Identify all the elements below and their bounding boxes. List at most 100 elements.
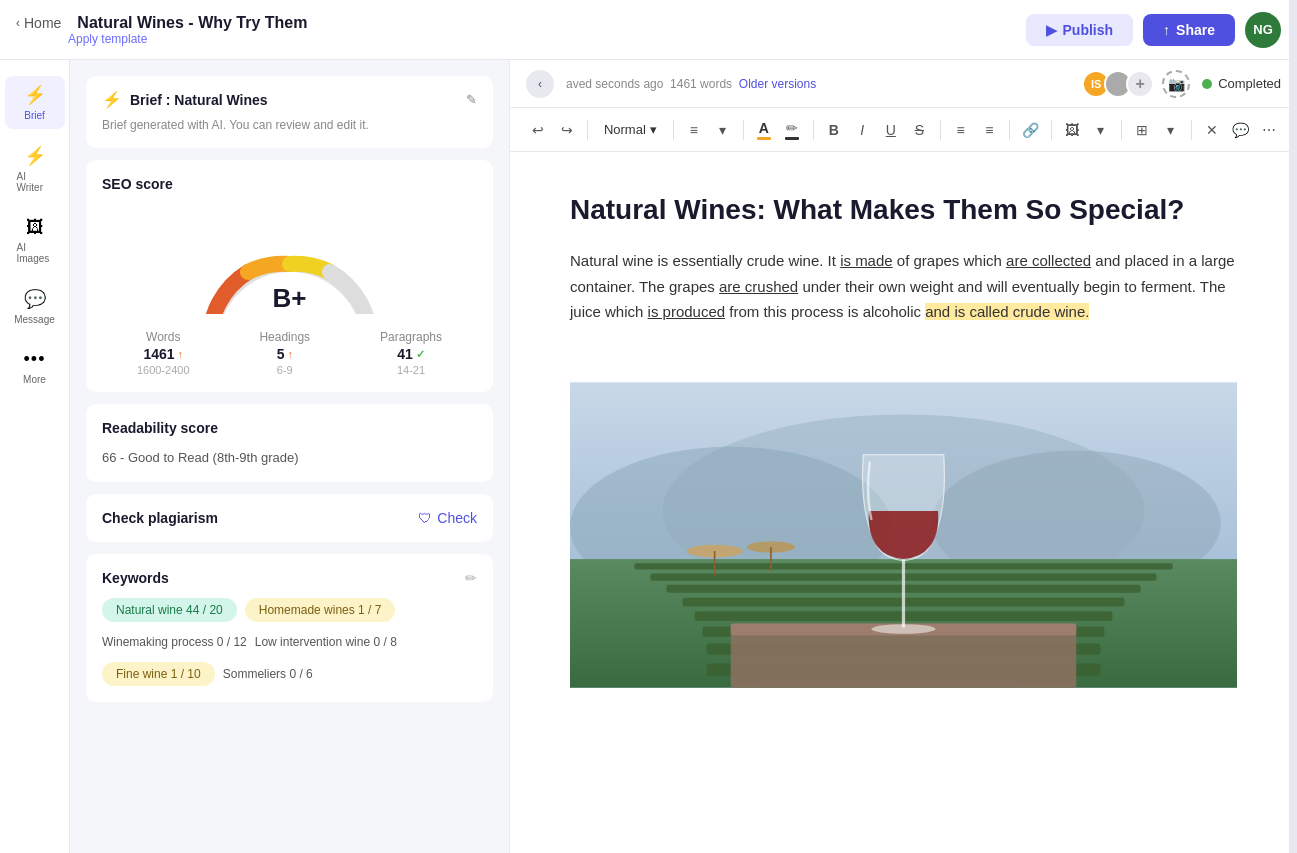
keyword-winemaking-process[interactable]: Winemaking process 0 / 12 bbox=[102, 630, 247, 654]
align-button[interactable]: ≡ bbox=[682, 116, 707, 144]
headings-range: 6-9 bbox=[277, 364, 293, 376]
highlight-button[interactable]: ✏ bbox=[780, 116, 805, 144]
keywords-title: Keywords bbox=[102, 570, 169, 586]
underline-button[interactable]: U bbox=[879, 116, 904, 144]
inline-underline-4: is produced bbox=[648, 303, 726, 320]
add-collaborator-button[interactable]: + bbox=[1126, 70, 1154, 98]
italic-button[interactable]: I bbox=[850, 116, 875, 144]
comment-button[interactable]: 💬 bbox=[1228, 116, 1253, 144]
sidebar-item-brief[interactable]: ⚡ Brief bbox=[5, 76, 65, 129]
user-avatar[interactable]: NG bbox=[1245, 12, 1281, 48]
brief-edit-icon[interactable]: ✎ bbox=[466, 92, 477, 107]
home-link[interactable]: ‹ Home bbox=[16, 15, 61, 31]
back-chevron-icon: ‹ bbox=[16, 16, 20, 30]
paragraphs-value: 41 bbox=[397, 346, 413, 362]
toolbar-separator-8 bbox=[1121, 120, 1122, 140]
share-label: Share bbox=[1176, 22, 1215, 38]
redo-button[interactable]: ↪ bbox=[555, 116, 580, 144]
readability-card: Readability score 66 - Good to Read (8th… bbox=[86, 404, 493, 482]
inline-underline-1: is made bbox=[840, 252, 893, 269]
headings-value: 5 bbox=[277, 346, 285, 362]
check-plagiarism-button[interactable]: 🛡 Check bbox=[418, 510, 477, 526]
plagiarism-row: Check plagiarism 🛡 Check bbox=[102, 510, 477, 526]
brief-description: Brief generated with AI. You can review … bbox=[102, 118, 369, 132]
text-color-button[interactable]: A bbox=[752, 116, 777, 144]
brief-icon: ⚡ bbox=[24, 84, 46, 106]
image-more-button[interactable]: ▾ bbox=[1088, 116, 1113, 144]
table-more-button[interactable]: ▾ bbox=[1158, 116, 1183, 144]
keyword-homemade-wines[interactable]: Homemade wines 1 / 7 bbox=[245, 598, 396, 622]
sidebar-item-message[interactable]: 💬 Message bbox=[5, 280, 65, 333]
brief-card: ⚡ Brief : Natural Wines ✎ Brief generate… bbox=[86, 76, 493, 148]
publish-label: Publish bbox=[1063, 22, 1114, 38]
strikethrough-button[interactable]: S bbox=[907, 116, 932, 144]
keywords-card: Keywords ✏ Natural wine 44 / 20 Homemade… bbox=[86, 554, 493, 702]
ai-writer-icon: ⚡ bbox=[24, 145, 46, 167]
panel: ⚡ Brief : Natural Wines ✎ Brief generate… bbox=[70, 60, 510, 853]
keyword-low-intervention-wine[interactable]: Low intervention wine 0 / 8 bbox=[255, 630, 397, 654]
editor-content[interactable]: Natural Wines: What Makes Them So Specia… bbox=[510, 152, 1297, 853]
keywords-edit-icon[interactable]: ✏ bbox=[465, 570, 477, 586]
svg-point-16 bbox=[871, 624, 935, 634]
link-button[interactable]: 🔗 bbox=[1018, 116, 1043, 144]
readability-title: Readability score bbox=[102, 420, 477, 436]
brief-card-icon: ⚡ bbox=[102, 90, 122, 109]
plagiarism-card: Check plagiarism 🛡 Check bbox=[86, 494, 493, 542]
main-content: ⚡ Brief ⚡ AI Writer 🖼 AI Images 💬 Messag… bbox=[0, 60, 1297, 853]
bold-button[interactable]: B bbox=[822, 116, 847, 144]
wine-image bbox=[570, 345, 1237, 725]
bullet-list-button[interactable]: ≡ bbox=[948, 116, 973, 144]
keyword-sommeliers[interactable]: Sommeliers 0 / 6 bbox=[223, 662, 313, 686]
font-color-indicator: A bbox=[757, 120, 771, 140]
keyword-fine-wine[interactable]: Fine wine 1 / 10 bbox=[102, 662, 215, 686]
completed-badge: Completed bbox=[1202, 76, 1281, 91]
seo-gauge: B+ bbox=[102, 204, 477, 314]
toolbar-separator-9 bbox=[1191, 120, 1192, 140]
collapse-panel-button[interactable]: ‹ bbox=[526, 70, 554, 98]
editor-topbar: ‹ aved seconds ago 1461 words Older vers… bbox=[510, 60, 1297, 108]
readability-value: 66 - Good to Read (8th-9th grade) bbox=[102, 450, 299, 465]
apply-template-link[interactable]: Apply template bbox=[68, 32, 1026, 46]
check-label: Check bbox=[437, 510, 477, 526]
undo-button[interactable]: ↩ bbox=[526, 116, 551, 144]
sidebar-item-ai-images[interactable]: 🖼 AI Images bbox=[5, 209, 65, 272]
words-range: 1600-2400 bbox=[137, 364, 190, 376]
sidebar-label-ai-writer: AI Writer bbox=[17, 171, 53, 193]
home-label: Home bbox=[24, 15, 61, 31]
share-button[interactable]: ↑ Share bbox=[1143, 14, 1235, 46]
topbar: ‹ Home Natural Wines - Why Try Them Appl… bbox=[0, 0, 1297, 60]
editor-toolbar: ↩ ↪ Normal ▾ ≡ ▾ A ✏ bbox=[510, 108, 1297, 152]
sidebar-item-more[interactable]: ••• More bbox=[5, 341, 65, 393]
more-options-button[interactable]: ⋯ bbox=[1257, 116, 1282, 144]
stat-headings: Headings 5 ↑ 6-9 bbox=[259, 330, 310, 376]
seo-grade: B+ bbox=[273, 283, 307, 314]
keyword-list: Natural wine 44 / 20 Homemade wines 1 / … bbox=[102, 598, 477, 686]
keywords-header: Keywords ✏ bbox=[102, 570, 477, 586]
seo-score-card: SEO score bbox=[86, 160, 493, 392]
article-heading: Natural Wines: What Makes Them So Specia… bbox=[570, 192, 1237, 228]
ai-images-icon: 🖼 bbox=[26, 217, 44, 238]
seo-score-title: SEO score bbox=[102, 176, 477, 192]
image-button[interactable]: 🖼 bbox=[1060, 116, 1085, 144]
topbar-title: Natural Wines - Why Try Them bbox=[77, 14, 307, 32]
sidebar-nav: ⚡ Brief ⚡ AI Writer 🖼 AI Images 💬 Messag… bbox=[0, 60, 70, 853]
topbar-left: ‹ Home Natural Wines - Why Try Them Appl… bbox=[16, 14, 1026, 46]
plagiarism-title: Check plagiarism bbox=[102, 510, 218, 526]
toolbar-separator-4 bbox=[813, 120, 814, 140]
align-more-button[interactable]: ▾ bbox=[710, 116, 735, 144]
older-versions-link[interactable]: Older versions bbox=[739, 77, 816, 91]
keyword-natural-wine[interactable]: Natural wine 44 / 20 bbox=[102, 598, 237, 622]
sidebar-label-message: Message bbox=[14, 314, 55, 325]
table-button[interactable]: ⊞ bbox=[1130, 116, 1155, 144]
wine-scene-svg bbox=[570, 345, 1237, 725]
sidebar-label-ai-images: AI Images bbox=[17, 242, 53, 264]
format-clear-button[interactable]: ✕ bbox=[1200, 116, 1225, 144]
toolbar-separator-6 bbox=[1009, 120, 1010, 140]
publish-button[interactable]: ▶ Publish bbox=[1026, 14, 1134, 46]
inline-underline-3: are crushed bbox=[719, 278, 798, 295]
toolbar-separator-7 bbox=[1051, 120, 1052, 140]
brief-card-title: Brief : Natural Wines bbox=[130, 92, 268, 108]
text-style-dropdown[interactable]: Normal ▾ bbox=[596, 116, 665, 144]
sidebar-item-ai-writer[interactable]: ⚡ AI Writer bbox=[5, 137, 65, 201]
numbered-list-button[interactable]: ≡ bbox=[977, 116, 1002, 144]
